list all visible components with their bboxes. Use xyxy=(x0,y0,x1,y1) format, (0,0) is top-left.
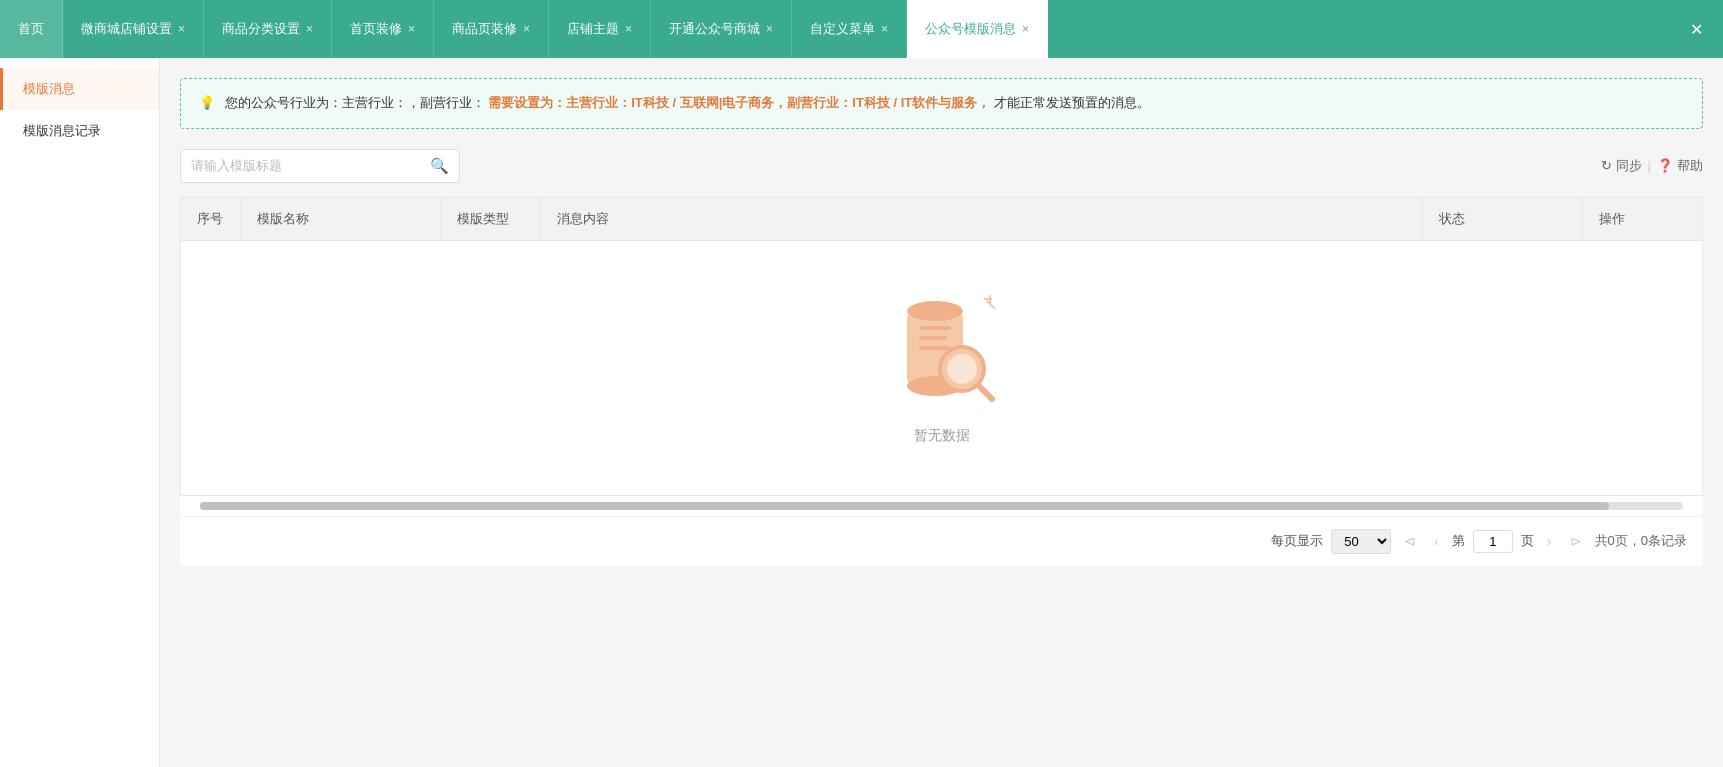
col-header-4: 状态 xyxy=(1423,197,1583,240)
nav-tab-7[interactable]: 自定义菜单 × xyxy=(792,0,907,58)
empty-text: 暂无数据 xyxy=(914,427,970,445)
nav-tab-2[interactable]: 商品分类设置 × xyxy=(204,0,332,58)
table-header: 序号模版名称模版类型消息内容状态操作 xyxy=(181,197,1703,240)
content-area: 💡 您的公众号行业为：主营行业：，副营行业： 需要设置为：主营行业：IT科技 /… xyxy=(160,58,1723,767)
search-input-wrap: 🔍 xyxy=(180,149,460,183)
nav-tab-label-8: 公众号模版消息 xyxy=(925,20,1016,38)
help-button[interactable]: ❓ 帮助 xyxy=(1657,157,1703,175)
nav-tab-4[interactable]: 商品页装修 × xyxy=(434,0,549,58)
bulb-icon: 💡 xyxy=(199,95,215,110)
nav-tab-8[interactable]: 公众号模版消息 × xyxy=(907,0,1048,58)
nav-tab-6[interactable]: 开通公众号商城 × xyxy=(651,0,792,58)
col-header-0: 序号 xyxy=(181,197,241,240)
help-icon: ❓ xyxy=(1657,158,1673,173)
nav-tab-label-5: 店铺主题 xyxy=(567,20,619,38)
notice-highlight: 需要设置为：主营行业：IT科技 / 互联网|电子商务，副营行业：IT科技 / I… xyxy=(488,95,990,110)
sidebar-item-1[interactable]: 模版消息记录 xyxy=(0,110,159,152)
pagination: 每页显示 102050100 ⊲ ‹ 第 1 页 › ⊳ 共0页，0条记录 xyxy=(180,516,1703,566)
svg-point-2 xyxy=(907,301,963,321)
nav-tab-close-8[interactable]: × xyxy=(1022,22,1029,36)
nav-tab-label-3: 首页装修 xyxy=(350,20,402,38)
top-nav: 首页微商城店铺设置 ×商品分类设置 ×首页装修 ×商品页装修 ×店铺主题 ×开通… xyxy=(0,0,1723,58)
nav-tab-label-6: 开通公众号商城 xyxy=(669,20,760,38)
svg-rect-5 xyxy=(919,336,947,340)
nav-tab-close-3[interactable]: × xyxy=(408,22,415,36)
nav-tab-1[interactable]: 微商城店铺设置 × xyxy=(63,0,204,58)
total-info: 共0页，0条记录 xyxy=(1595,532,1687,550)
last-page-button[interactable]: ⊳ xyxy=(1565,530,1587,552)
main-layout: 模版消息模版消息记录 💡 您的公众号行业为：主营行业：，副营行业： 需要设置为：… xyxy=(0,58,1723,767)
sidebar-item-0[interactable]: 模版消息 xyxy=(0,68,159,110)
empty-state-row: 暂无数据 xyxy=(181,240,1703,495)
scroll-thumb[interactable] xyxy=(200,502,1609,510)
nav-tab-close-2[interactable]: × xyxy=(306,22,313,36)
search-input[interactable] xyxy=(181,151,420,180)
empty-state: 暂无数据 xyxy=(181,241,1702,495)
nav-tab-label-4: 商品页装修 xyxy=(452,20,517,38)
nav-tab-label-2: 商品分类设置 xyxy=(222,20,300,38)
nav-tab-close-7[interactable]: × xyxy=(881,22,888,36)
nav-tab-label-0: 首页 xyxy=(18,20,44,38)
scroll-track[interactable] xyxy=(200,502,1683,510)
help-label: 帮助 xyxy=(1677,157,1703,175)
global-close-button[interactable]: ✕ xyxy=(1670,0,1723,58)
empty-illustration xyxy=(877,281,1007,411)
svg-line-9 xyxy=(978,385,992,399)
nav-tab-close-1[interactable]: × xyxy=(178,22,185,36)
col-header-1: 模版名称 xyxy=(241,197,441,240)
nav-tab-5[interactable]: 店铺主题 × xyxy=(549,0,651,58)
next-page-button[interactable]: › xyxy=(1542,530,1557,552)
nav-tab-0[interactable]: 首页 xyxy=(0,0,63,58)
refresh-icon: ↻ xyxy=(1601,158,1612,173)
toolbar-divider: | xyxy=(1648,158,1651,173)
table-wrapper: 序号模版名称模版类型消息内容状态操作 xyxy=(180,197,1703,566)
col-header-2: 模版类型 xyxy=(441,197,541,240)
notice-text1: 您的公众号行业为：主营行业：，副营行业： xyxy=(225,95,485,110)
search-button[interactable]: 🔍 xyxy=(420,150,459,182)
notice-banner: 💡 您的公众号行业为：主营行业：，副营行业： 需要设置为：主营行业：IT科技 /… xyxy=(180,78,1703,129)
toolbar-right: ↻ 同步 | ❓ 帮助 xyxy=(1601,157,1703,175)
scroll-area xyxy=(180,496,1703,516)
col-header-5: 操作 xyxy=(1583,197,1703,240)
svg-rect-4 xyxy=(919,326,951,330)
prev-page-button[interactable]: ‹ xyxy=(1429,530,1444,552)
page-input[interactable]: 1 xyxy=(1473,530,1513,553)
first-page-button[interactable]: ⊲ xyxy=(1399,530,1421,552)
nav-tab-close-6[interactable]: × xyxy=(766,22,773,36)
col-header-3: 消息内容 xyxy=(541,197,1423,240)
nav-tab-label-1: 微商城店铺设置 xyxy=(81,20,172,38)
svg-rect-6 xyxy=(919,346,949,350)
sync-label: 同步 xyxy=(1616,157,1642,175)
nav-tab-close-4[interactable]: × xyxy=(523,22,530,36)
data-table: 序号模版名称模版类型消息内容状态操作 xyxy=(180,197,1703,496)
sync-button[interactable]: ↻ 同步 xyxy=(1601,157,1642,175)
sidebar: 模版消息模版消息记录 xyxy=(0,58,160,767)
page-prefix-label: 第 xyxy=(1452,532,1465,550)
search-bar: 🔍 ↻ 同步 | ❓ 帮助 xyxy=(180,149,1703,183)
nav-tab-3[interactable]: 首页装修 × xyxy=(332,0,434,58)
nav-tab-close-5[interactable]: × xyxy=(625,22,632,36)
page-suffix-label: 页 xyxy=(1521,532,1534,550)
notice-text2: 才能正常发送预置的消息。 xyxy=(994,95,1150,110)
per-page-label: 每页显示 xyxy=(1271,532,1323,550)
per-page-select[interactable]: 102050100 xyxy=(1331,529,1391,554)
nav-tab-label-7: 自定义菜单 xyxy=(810,20,875,38)
svg-point-8 xyxy=(947,354,977,384)
